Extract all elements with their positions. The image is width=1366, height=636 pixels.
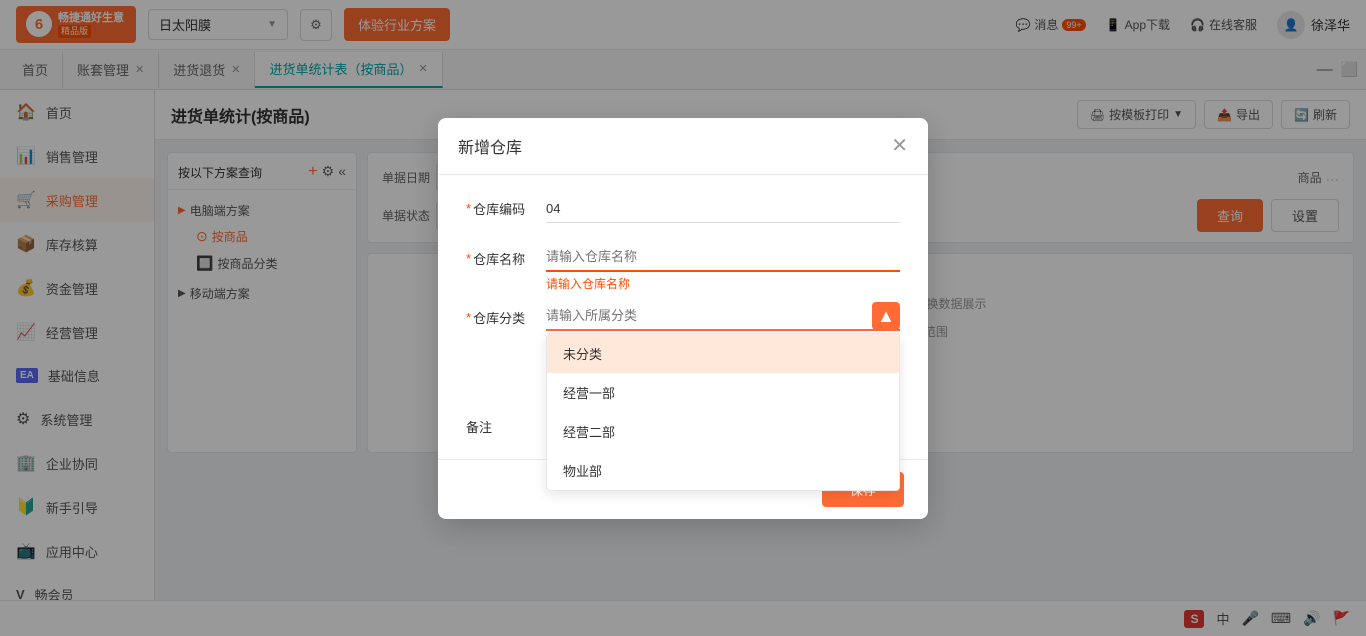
category-field-input-wrap: ▲ 未分类 经营一部 经营二部 物业部 bbox=[546, 302, 900, 331]
dropdown-item-dept2-label: 经营二部 bbox=[563, 425, 615, 440]
chevron-up-icon[interactable]: ▲ bbox=[872, 302, 900, 330]
name-field-label: * 仓库名称 bbox=[466, 243, 546, 268]
category-dropdown: 未分类 经营一部 经营二部 物业部 bbox=[546, 333, 900, 491]
modal-overlay: 新增仓库 ✕ * 仓库编码 * 仓库名称 bbox=[0, 0, 1366, 636]
dropdown-item-dept2[interactable]: 经营二部 bbox=[547, 412, 899, 451]
code-field-input-wrap bbox=[546, 195, 900, 223]
code-input[interactable] bbox=[546, 195, 900, 223]
dropdown-item-property[interactable]: 物业部 bbox=[547, 451, 899, 490]
name-required-star: * bbox=[466, 251, 471, 266]
dropdown-item-dept1[interactable]: 经营一部 bbox=[547, 373, 899, 412]
modal: 新增仓库 ✕ * 仓库编码 * 仓库名称 bbox=[438, 118, 928, 519]
code-field-row: * 仓库编码 bbox=[466, 195, 900, 223]
code-field-label: * 仓库编码 bbox=[466, 199, 546, 218]
modal-body: * 仓库编码 * 仓库名称 请输入仓库名称 bbox=[438, 175, 928, 459]
category-field-row: * 仓库分类 ▲ 未分类 经营一部 bbox=[466, 302, 900, 331]
name-error-msg: 请输入仓库名称 bbox=[546, 275, 900, 292]
dropdown-item-property-label: 物业部 bbox=[563, 464, 602, 479]
modal-header: 新增仓库 ✕ bbox=[438, 118, 928, 175]
dropdown-item-dept1-label: 经营一部 bbox=[563, 386, 615, 401]
category-required-star: * bbox=[466, 310, 471, 325]
category-input[interactable] bbox=[546, 302, 900, 331]
modal-title: 新增仓库 bbox=[458, 134, 522, 158]
notes-field-label: 备注 bbox=[466, 411, 546, 436]
dropdown-item-none-label: 未分类 bbox=[563, 347, 602, 362]
name-input[interactable] bbox=[546, 243, 900, 272]
dropdown-item-none[interactable]: 未分类 bbox=[547, 334, 899, 373]
category-input-container: ▲ bbox=[546, 302, 900, 331]
name-field-row: * 仓库名称 请输入仓库名称 bbox=[466, 243, 900, 292]
name-field-input-wrap: 请输入仓库名称 bbox=[546, 243, 900, 292]
modal-close-button[interactable]: ✕ bbox=[891, 136, 908, 156]
required-star: * bbox=[466, 201, 471, 216]
category-field-label: * 仓库分类 bbox=[466, 302, 546, 327]
